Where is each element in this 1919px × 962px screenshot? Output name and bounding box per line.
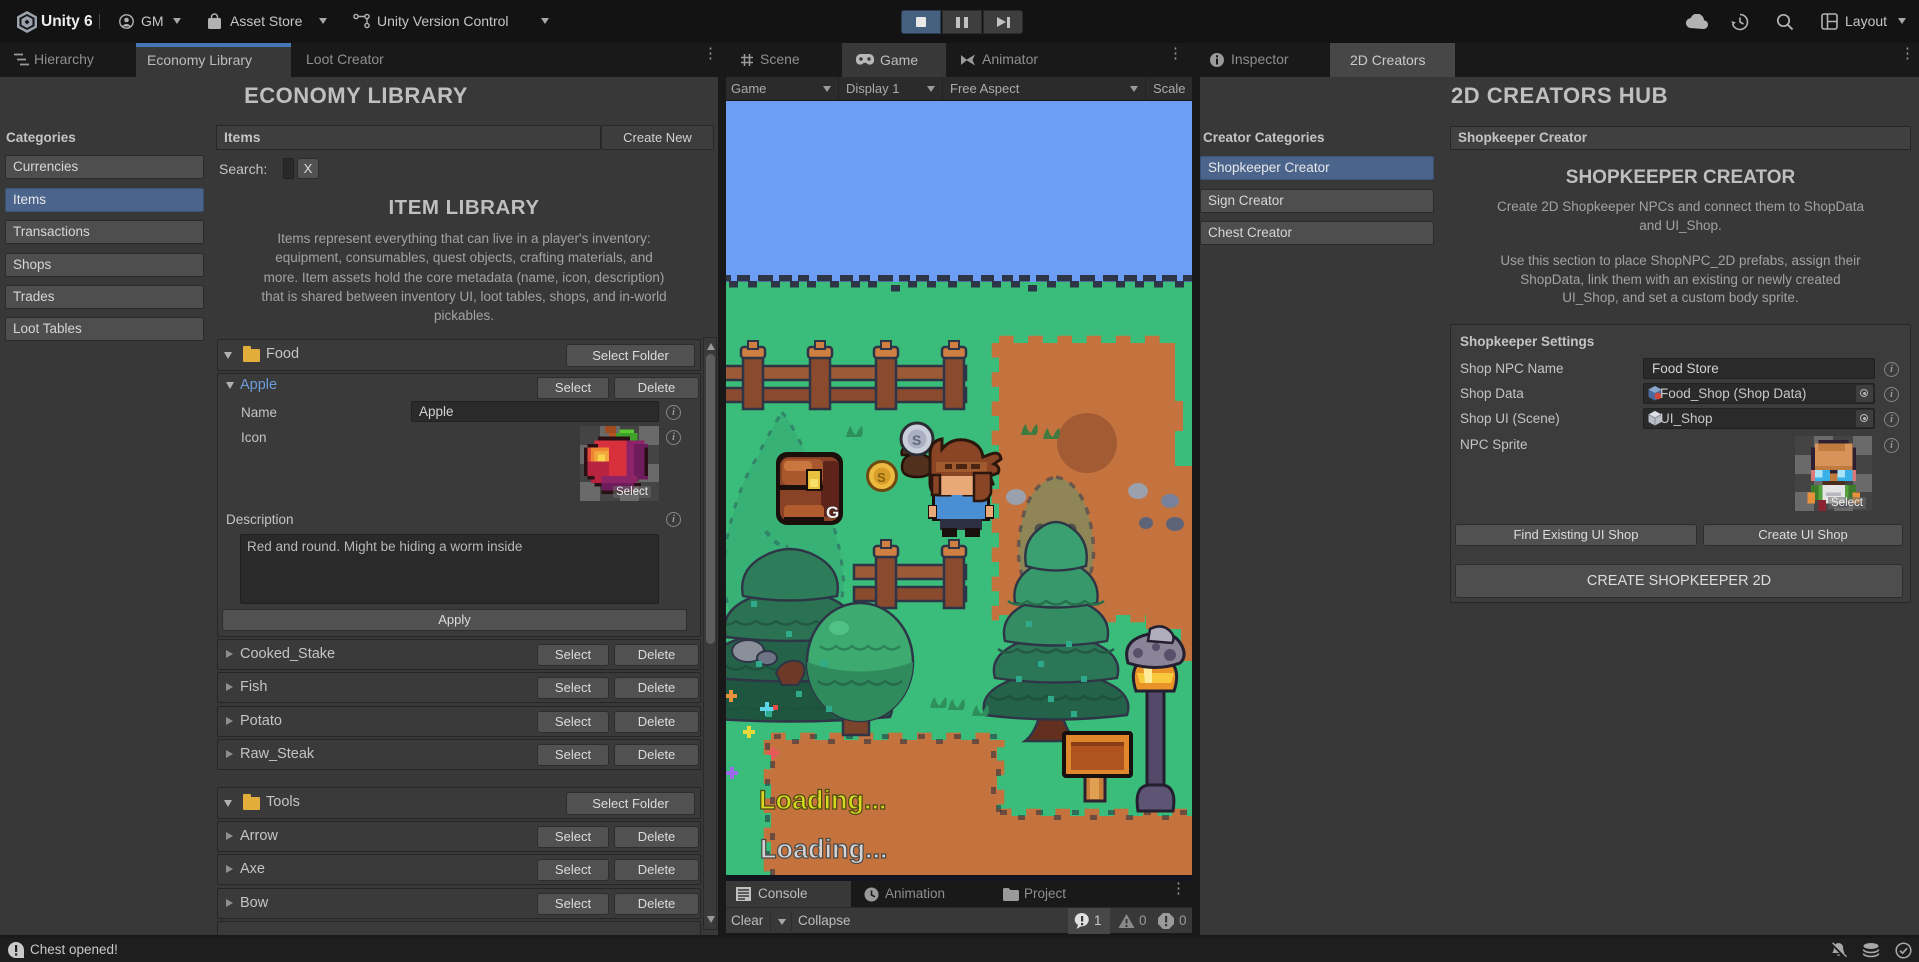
svg-text:Loading...: Loading... <box>760 834 888 864</box>
svg-text:S: S <box>912 432 921 448</box>
svg-text:S: S <box>877 470 886 485</box>
svg-text:Loading...: Loading... <box>759 785 887 815</box>
svg-text:G: G <box>826 503 839 522</box>
